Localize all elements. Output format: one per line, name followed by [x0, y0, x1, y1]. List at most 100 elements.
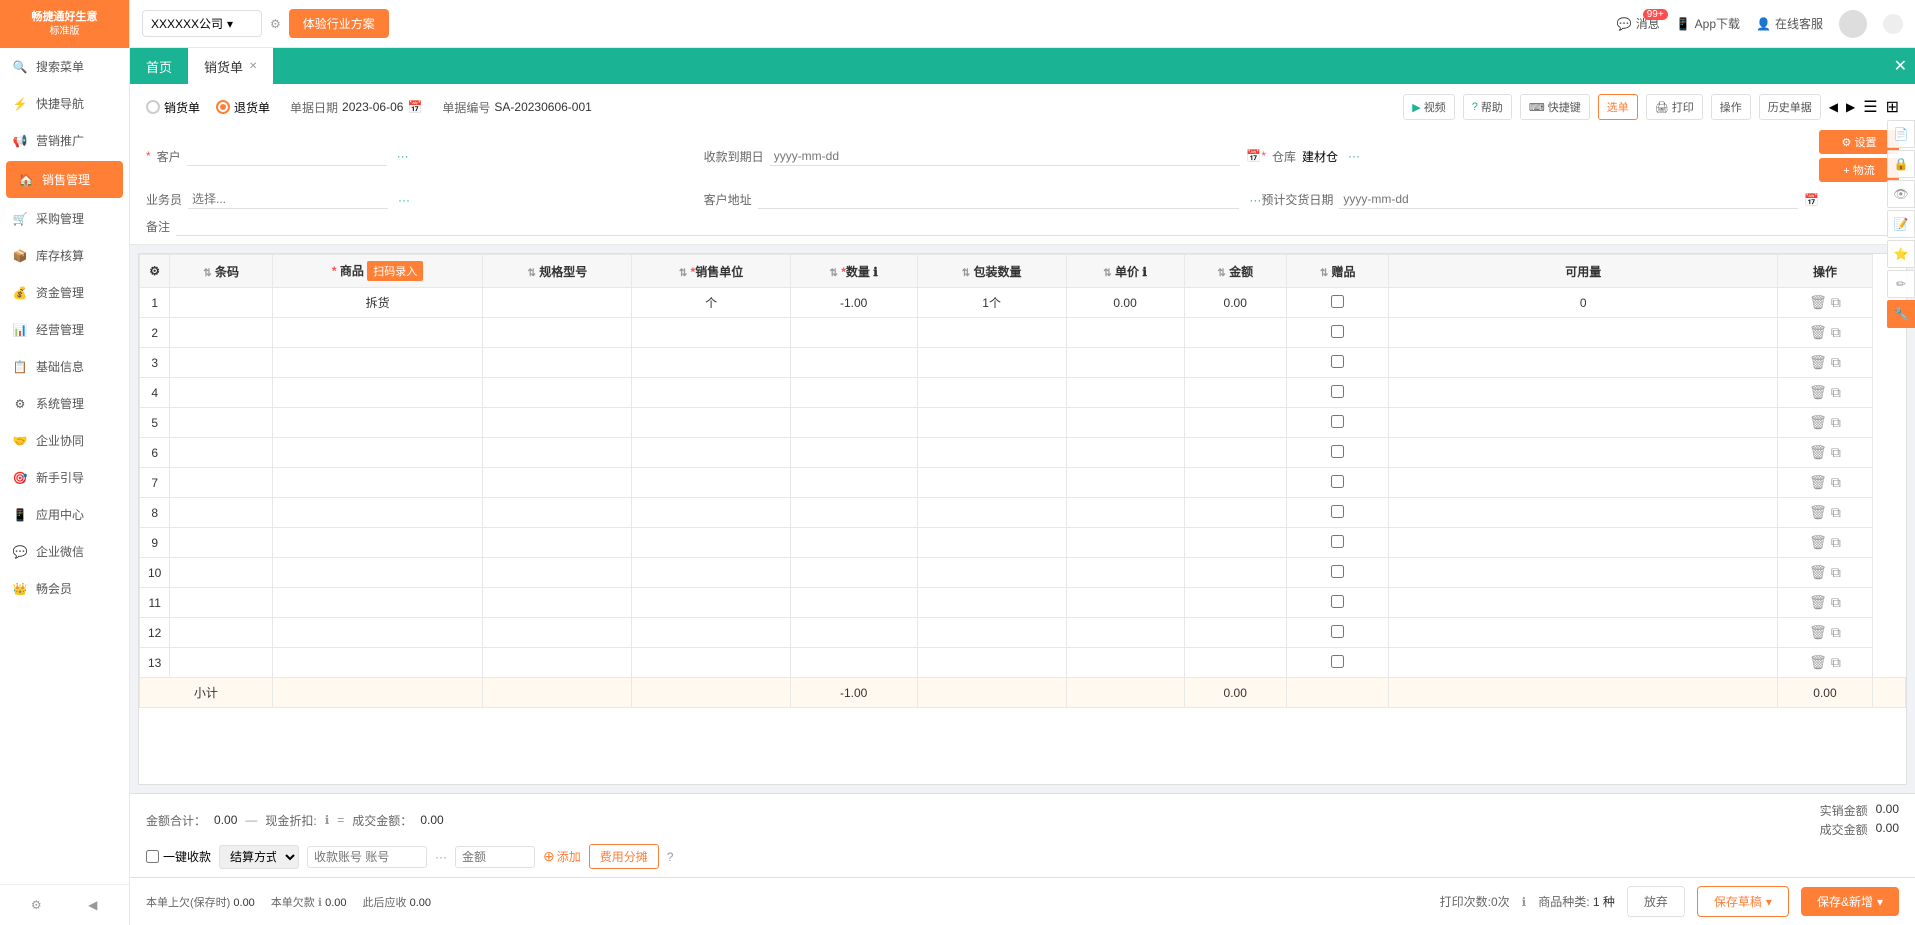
- delete-row-icon[interactable]: 🗑: [1809, 294, 1827, 311]
- delete-row-icon[interactable]: 🗑: [1809, 624, 1827, 641]
- sidebar-item-finance[interactable]: 💰 资金管理: [0, 274, 129, 311]
- radio-sales-order[interactable]: 销货单: [146, 99, 200, 116]
- delete-row-icon[interactable]: 🗑: [1809, 414, 1827, 431]
- sidebar-item-sales[interactable]: 🏠 销售管理: [6, 161, 123, 198]
- shortcut-btn[interactable]: ⌨ 快捷键: [1520, 94, 1590, 120]
- gift-checkbox[interactable]: [1331, 505, 1344, 518]
- right-tool-5[interactable]: ⭐: [1887, 240, 1915, 268]
- customer-addr-input[interactable]: [758, 190, 1240, 209]
- add-payment-btn[interactable]: ⊕ 添加: [543, 848, 581, 865]
- sidebar-item-marketing[interactable]: 📢 营销推广: [0, 122, 129, 159]
- right-tool-4[interactable]: 📝: [1887, 210, 1915, 238]
- right-tool-2[interactable]: 🔒: [1887, 150, 1915, 178]
- copy-row-icon[interactable]: ⧉: [1831, 654, 1841, 671]
- sidebar-item-guide[interactable]: 🎯 新手引导: [0, 459, 129, 496]
- collapse-icon[interactable]: ◀: [81, 893, 105, 917]
- save-new-button[interactable]: 保存&新增 ▾: [1801, 887, 1899, 916]
- user-avatar-2[interactable]: [1883, 14, 1903, 34]
- copy-row-icon[interactable]: ⧉: [1831, 474, 1841, 491]
- delete-row-icon[interactable]: 🗑: [1809, 384, 1827, 401]
- sidebar-item-enterprise[interactable]: 🤝 企业协同: [0, 422, 129, 459]
- copy-row-icon[interactable]: ⧉: [1831, 354, 1841, 371]
- right-tool-1[interactable]: 📄: [1887, 120, 1915, 148]
- expected-date-input[interactable]: [1339, 190, 1798, 209]
- gift-checkbox[interactable]: [1331, 385, 1344, 398]
- sidebar-item-app-center[interactable]: 📱 应用中心: [0, 496, 129, 533]
- delete-row-icon[interactable]: 🗑: [1809, 654, 1827, 671]
- company-selector[interactable]: XXXXXX公司 ▾: [142, 10, 262, 37]
- delete-row-icon[interactable]: 🗑: [1809, 474, 1827, 491]
- copy-row-icon[interactable]: ⧉: [1831, 324, 1841, 341]
- gift-checkbox[interactable]: [1331, 625, 1344, 638]
- save-draft-button[interactable]: 保存草稿 ▾: [1697, 886, 1789, 917]
- right-tool-3[interactable]: 👁: [1887, 180, 1915, 208]
- expense-split-btn[interactable]: 费用分摊: [589, 844, 659, 869]
- copy-row-icon[interactable]: ⧉: [1831, 564, 1841, 581]
- tab-sales-order[interactable]: 销货单 ✕: [188, 48, 273, 84]
- date-calendar-icon[interactable]: 📅: [407, 100, 422, 114]
- copy-row-icon[interactable]: ⧉: [1831, 594, 1841, 611]
- print-btn[interactable]: 🖨 打印: [1646, 94, 1703, 120]
- delete-row-icon[interactable]: 🗑: [1809, 444, 1827, 461]
- gift-checkbox[interactable]: [1331, 355, 1344, 368]
- sidebar-item-system[interactable]: ⚙ 系统管理: [0, 385, 129, 422]
- customer-picker-btn[interactable]: ···: [397, 149, 409, 163]
- sidebar-item-wechat[interactable]: 💬 企业微信: [0, 533, 129, 570]
- gift-checkbox[interactable]: [1331, 445, 1344, 458]
- gift-checkbox[interactable]: [1331, 325, 1344, 338]
- save-draft-dropdown-icon[interactable]: ▾: [1766, 895, 1772, 909]
- sidebar-item-basic-info[interactable]: 📋 基础信息: [0, 348, 129, 385]
- scan-button[interactable]: 扫码录入: [367, 261, 423, 281]
- gift-checkbox[interactable]: [1331, 295, 1344, 308]
- gift-checkbox[interactable]: [1331, 535, 1344, 548]
- salesperson-input[interactable]: [188, 190, 388, 209]
- gift-checkbox[interactable]: [1331, 595, 1344, 608]
- gift-checkbox[interactable]: [1331, 475, 1344, 488]
- nav-prev-icon[interactable]: ◀: [1829, 100, 1838, 114]
- expected-date-calendar-icon[interactable]: 📅: [1804, 193, 1819, 207]
- select-btn[interactable]: 选单: [1598, 94, 1638, 120]
- settings-bottom-icon[interactable]: ⚙: [24, 893, 48, 917]
- copy-row-icon[interactable]: ⧉: [1831, 384, 1841, 401]
- copy-row-icon[interactable]: ⧉: [1831, 534, 1841, 551]
- payment-date-calendar-icon[interactable]: 📅: [1246, 149, 1261, 163]
- warehouse-picker-btn[interactable]: ···: [1348, 149, 1360, 163]
- app-download-item[interactable]: 📱 App下载: [1676, 15, 1740, 32]
- remark-input[interactable]: [176, 217, 1899, 236]
- gift-checkbox[interactable]: [1331, 415, 1344, 428]
- online-service-item[interactable]: 👤 在线客服: [1756, 15, 1823, 32]
- delete-row-icon[interactable]: 🗑: [1809, 354, 1827, 371]
- delete-row-icon[interactable]: 🗑: [1809, 324, 1827, 341]
- message-item[interactable]: 💬 消息 99+: [1617, 15, 1660, 32]
- sidebar-item-operations[interactable]: 📊 经营管理: [0, 311, 129, 348]
- user-avatar[interactable]: [1839, 10, 1867, 38]
- customer-input[interactable]: [187, 147, 387, 166]
- sidebar-item-search[interactable]: 🔍 搜索菜单: [0, 48, 129, 85]
- help-btn[interactable]: ? 帮助: [1463, 94, 1512, 120]
- discard-button[interactable]: 放弃: [1627, 886, 1685, 917]
- amount-input[interactable]: [455, 846, 535, 868]
- tab-home[interactable]: 首页: [130, 48, 188, 84]
- gift-checkbox[interactable]: [1331, 565, 1344, 578]
- copy-row-icon[interactable]: ⧉: [1831, 504, 1841, 521]
- grid-view-icon[interactable]: ⊞: [1886, 97, 1899, 117]
- account-input[interactable]: [307, 846, 427, 868]
- sidebar-item-purchase[interactable]: 🛒 采购管理: [0, 200, 129, 237]
- video-btn[interactable]: ▶ 视频: [1403, 94, 1454, 120]
- delete-row-icon[interactable]: 🗑: [1809, 504, 1827, 521]
- right-tool-7[interactable]: 🔧: [1887, 300, 1915, 328]
- copy-row-icon[interactable]: ⧉: [1831, 444, 1841, 461]
- sidebar-item-quick-nav[interactable]: ⚡ 快捷导航: [0, 85, 129, 122]
- addr-picker-btn[interactable]: ···: [1249, 193, 1261, 207]
- radio-return-order[interactable]: 退货单: [216, 99, 270, 116]
- right-tool-6[interactable]: ✏: [1887, 270, 1915, 298]
- delete-row-icon[interactable]: 🗑: [1809, 594, 1827, 611]
- payment-date-input[interactable]: [770, 147, 1241, 166]
- save-new-dropdown-icon[interactable]: ▾: [1877, 895, 1883, 909]
- gift-checkbox[interactable]: [1331, 655, 1344, 668]
- trial-button[interactable]: 体验行业方案: [289, 9, 389, 38]
- sidebar-item-inventory[interactable]: 📦 库存核算: [0, 237, 129, 274]
- one-click-payment-checkbox[interactable]: 一键收款: [146, 848, 211, 865]
- delete-row-icon[interactable]: 🗑: [1809, 564, 1827, 581]
- tab-close-icon[interactable]: ✕: [249, 61, 257, 72]
